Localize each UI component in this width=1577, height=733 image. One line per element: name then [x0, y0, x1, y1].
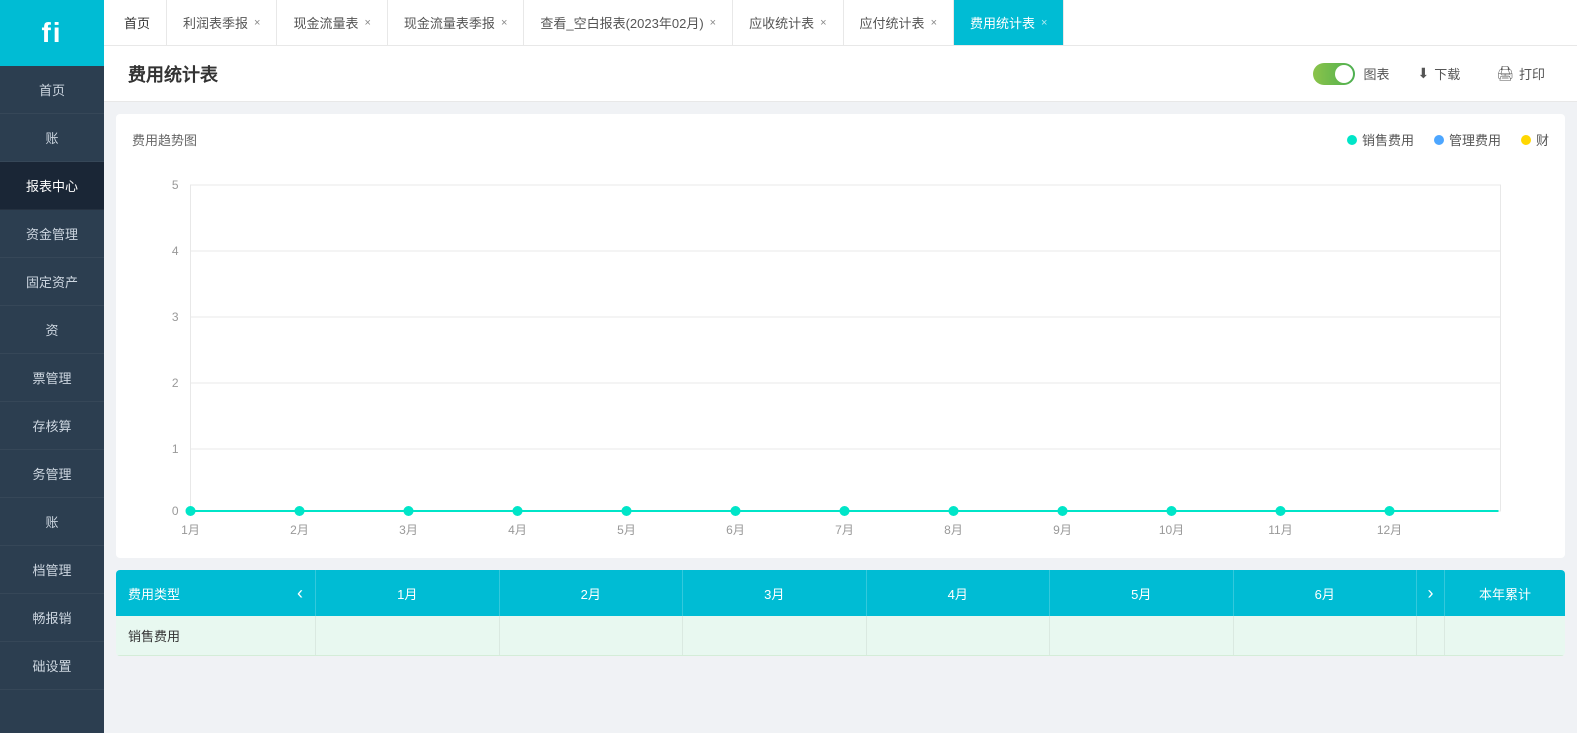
legend-dot-finance: [1521, 135, 1531, 145]
svg-text:5: 5: [172, 178, 179, 192]
th-type: 费用类型 ‹: [116, 570, 316, 616]
tab-profit[interactable]: 利润表季报 ×: [167, 0, 277, 46]
download-icon: ⬇: [1417, 65, 1429, 82]
th-nav-next[interactable]: ›: [1417, 570, 1445, 616]
close-icon[interactable]: ×: [820, 17, 826, 29]
svg-text:1月: 1月: [181, 523, 200, 537]
svg-text:5月: 5月: [617, 523, 636, 537]
legend-dot-admin: [1434, 135, 1444, 145]
sidebar-item-service[interactable]: 务管理: [0, 450, 104, 498]
svg-text:11月: 11月: [1268, 523, 1292, 537]
th-col-2: 2月: [500, 570, 684, 616]
chart-wrapper: 5 4 3 2 1 0: [132, 159, 1549, 542]
toggle-label: 图表: [1363, 64, 1389, 83]
chart-header: 费用趋势图 销售费用 管理费用 财: [132, 130, 1549, 149]
sidebar-item-resource[interactable]: 资: [0, 306, 104, 354]
chart-toggle[interactable]: [1313, 63, 1355, 85]
print-button[interactable]: 🖨 打印: [1488, 60, 1553, 87]
close-icon[interactable]: ×: [254, 17, 260, 29]
close-icon[interactable]: ×: [1041, 17, 1047, 29]
svg-text:8月: 8月: [944, 523, 963, 537]
data-table: 费用类型 ‹ 1月 2月 3月 4月 5月 6月 › 本年累计 销售费用: [116, 570, 1565, 656]
svg-text:10月: 10月: [1159, 523, 1184, 537]
content-area: 费用统计表 图表 ⬇ 下载 🖨 打印 费用趋势图: [104, 46, 1577, 733]
header-actions: 图表 ⬇ 下载 🖨 打印: [1313, 60, 1553, 87]
td-val-4: [867, 616, 1051, 655]
tab-cashflow[interactable]: 现金流量表 ×: [277, 0, 387, 46]
svg-text:3: 3: [172, 310, 179, 324]
tab-payable[interactable]: 应付统计表 ×: [844, 0, 954, 46]
legend-admin: 管理费用: [1434, 130, 1501, 149]
svg-text:3月: 3月: [399, 523, 418, 537]
chart-title: 费用趋势图: [132, 130, 197, 149]
svg-text:6月: 6月: [726, 523, 745, 537]
close-icon[interactable]: ×: [931, 17, 937, 29]
sidebar-item-account[interactable]: 账: [0, 114, 104, 162]
tab-expense[interactable]: 费用统计表 ×: [954, 0, 1064, 46]
th-col-3: 3月: [683, 570, 867, 616]
tab-home[interactable]: 首页: [108, 0, 167, 46]
svg-text:1: 1: [172, 442, 179, 456]
th-last-col: 本年累计: [1445, 570, 1565, 616]
legend-dot-sales: [1347, 135, 1357, 145]
tab-blank-report[interactable]: 查看_空白报表(2023年02月) ×: [524, 0, 733, 46]
sidebar-item-expense[interactable]: 畅报销: [0, 594, 104, 642]
sidebar-item-archive[interactable]: 档管理: [0, 546, 104, 594]
svg-text:2月: 2月: [290, 523, 309, 537]
sidebar-item-assets[interactable]: 固定资产: [0, 258, 104, 306]
svg-text:0: 0: [172, 504, 179, 518]
main-area: 首页 利润表季报 × 现金流量表 × 现金流量表季报 × 查看_空白报表(202…: [104, 0, 1577, 733]
sidebar-item-reports[interactable]: 报表中心: [0, 162, 104, 210]
td-val-6: [1234, 616, 1418, 655]
sidebar-item-home[interactable]: 首页: [0, 66, 104, 114]
tab-cashflow-quarterly[interactable]: 现金流量表季报 ×: [388, 0, 524, 46]
table-header: 费用类型 ‹ 1月 2月 3月 4月 5月 6月 › 本年累计: [116, 570, 1565, 616]
sidebar-item-invoice[interactable]: 票管理: [0, 354, 104, 402]
td-nav-spacer: [1417, 616, 1445, 655]
svg-text:4: 4: [172, 244, 179, 258]
td-val-3: [683, 616, 867, 655]
td-type: 销售费用: [116, 616, 316, 655]
download-button[interactable]: ⬇ 下载: [1409, 60, 1468, 87]
trend-chart: 5 4 3 2 1 0: [132, 159, 1549, 539]
chart-legend: 销售费用 管理费用 财: [1347, 130, 1549, 149]
tab-bar: 首页 利润表季报 × 现金流量表 × 现金流量表季报 × 查看_空白报表(202…: [104, 0, 1577, 46]
svg-text:7月: 7月: [835, 523, 854, 537]
th-col-6: 6月: [1234, 570, 1418, 616]
svg-text:12月: 12月: [1377, 523, 1402, 537]
legend-finance: 财: [1521, 130, 1549, 149]
th-col-4: 4月: [867, 570, 1051, 616]
th-col-1: 1月: [316, 570, 500, 616]
sidebar-item-fund[interactable]: 资金管理: [0, 210, 104, 258]
sidebar-logo: fi: [0, 0, 104, 66]
th-nav-prev[interactable]: ‹: [297, 583, 303, 604]
page-header: 费用统计表 图表 ⬇ 下载 🖨 打印: [104, 46, 1577, 102]
td-val-1: [316, 616, 500, 655]
th-col-5: 5月: [1050, 570, 1234, 616]
chart-toggle-wrap: 图表: [1313, 63, 1389, 85]
close-icon[interactable]: ×: [710, 17, 716, 29]
svg-text:4月: 4月: [508, 523, 527, 537]
sidebar-item-settings[interactable]: 础设置: [0, 642, 104, 690]
legend-sales: 销售费用: [1347, 130, 1414, 149]
table-row: 销售费用: [116, 616, 1565, 656]
td-val-2: [500, 616, 684, 655]
sidebar: fi 首页 账 报表中心 资金管理 固定资产 资 票管理 存核算 务管理 账 档…: [0, 0, 104, 733]
sidebar-item-ledger[interactable]: 账: [0, 498, 104, 546]
svg-text:9月: 9月: [1053, 523, 1072, 537]
svg-text:2: 2: [172, 376, 179, 390]
chart-section: 费用趋势图 销售费用 管理费用 财: [116, 114, 1565, 558]
close-icon[interactable]: ×: [364, 17, 370, 29]
td-val-5: [1050, 616, 1234, 655]
close-icon[interactable]: ×: [501, 17, 507, 29]
sidebar-item-inventory[interactable]: 存核算: [0, 402, 104, 450]
page-title: 费用统计表: [128, 61, 218, 87]
tab-receivable[interactable]: 应收统计表 ×: [733, 0, 843, 46]
td-total: [1445, 616, 1565, 655]
print-icon: 🖨: [1496, 65, 1514, 82]
